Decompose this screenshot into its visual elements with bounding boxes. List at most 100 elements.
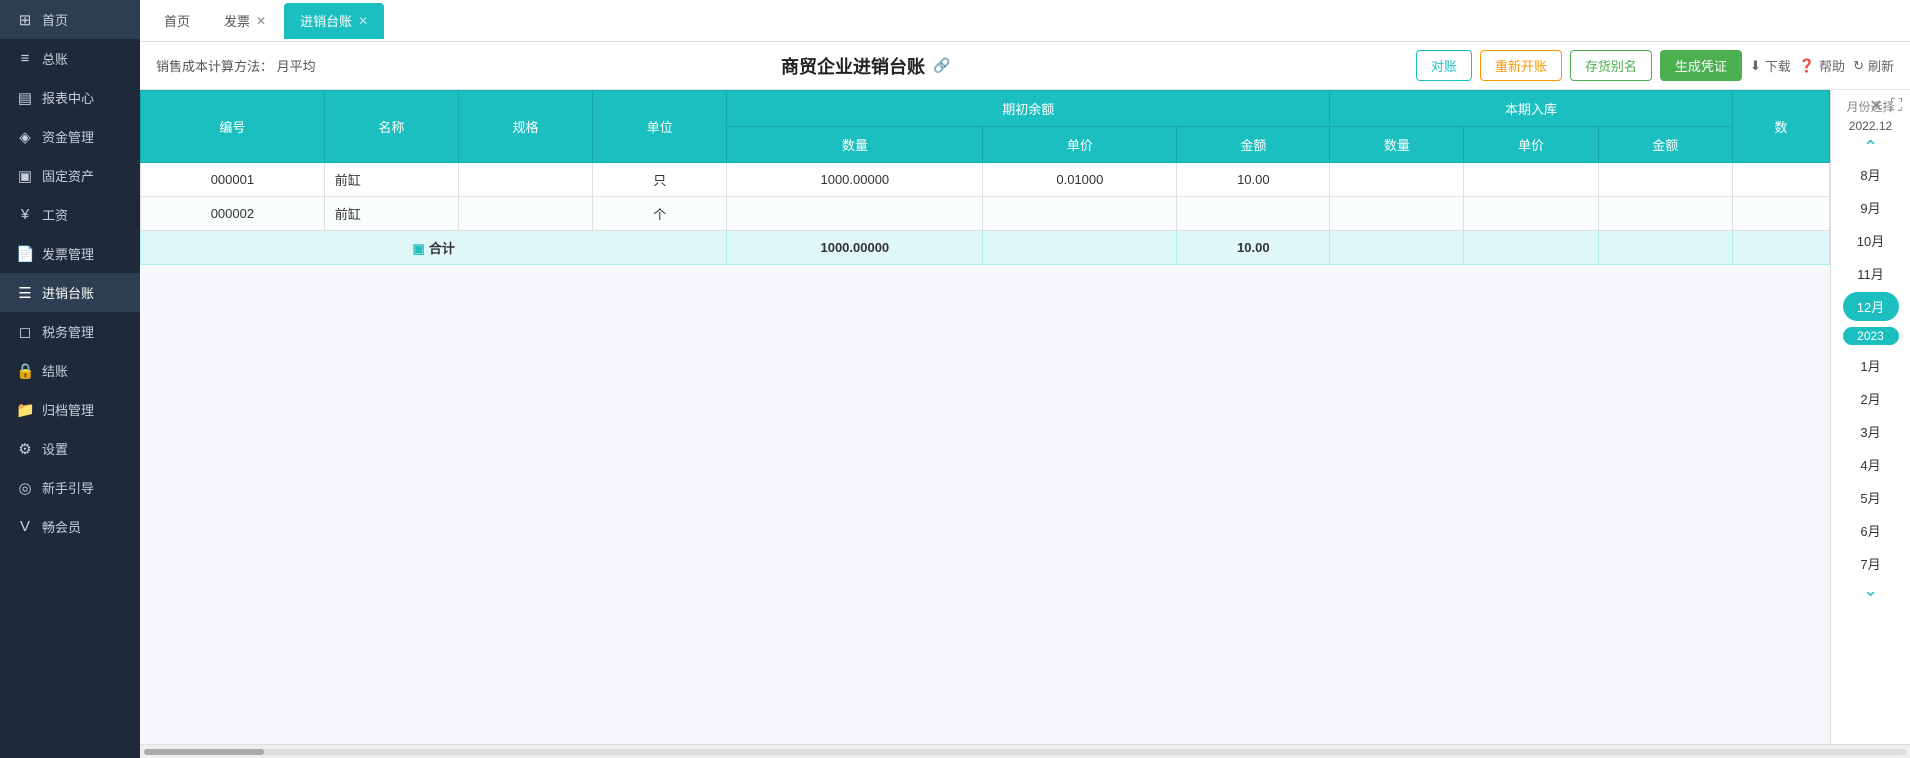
- sidebar-item-guide[interactable]: ◎ 新手引导: [0, 468, 140, 507]
- cell-name: 前缸: [324, 163, 458, 197]
- cell-code: 000002: [141, 197, 325, 231]
- sidebar-item-stockledger[interactable]: ☰ 进销台账: [0, 273, 140, 312]
- col-qi-price: 单价: [983, 127, 1177, 163]
- title-text: 商贸企业进销台账: [781, 53, 925, 79]
- month-panel-year-2022: 2022.12: [1849, 119, 1892, 133]
- sidebar-item-ledger[interactable]: ≡ 总账: [0, 39, 140, 78]
- invoice-icon: 📄: [16, 245, 34, 263]
- sidebar-item-funds[interactable]: ◈ 资金管理: [0, 117, 140, 156]
- sidebar-item-salary[interactable]: ¥ 工资: [0, 195, 140, 234]
- col-name: 名称: [324, 91, 458, 163]
- horizontal-scrollbar[interactable]: [140, 744, 1910, 758]
- window-close-button[interactable]: ✕: [1869, 96, 1882, 116]
- col-group-initial: 期初余额: [727, 91, 1330, 127]
- sidebar-item-vip[interactable]: V 畅会员: [0, 507, 140, 546]
- sidebar-item-label: 资金管理: [42, 127, 94, 146]
- guide-icon: ◎: [16, 479, 34, 497]
- sidebar-item-label: 报表中心: [42, 88, 94, 107]
- month-item-7[interactable]: 7月: [1843, 549, 1899, 578]
- col-spec: 规格: [458, 91, 592, 163]
- tab-home[interactable]: 首页: [148, 3, 206, 39]
- cell-qi-amount: [1177, 197, 1330, 231]
- ledger-icon: ≡: [16, 50, 34, 67]
- cell-qi-amount: 10.00: [1177, 163, 1330, 197]
- scroll-down-arrow[interactable]: ⌄: [1863, 580, 1878, 601]
- scroll-up-arrow[interactable]: ⌃: [1863, 137, 1878, 158]
- scrollbar-track: [144, 749, 1906, 755]
- cost-method: 销售成本计算方法： 月平均: [156, 56, 316, 75]
- refresh-icon: ↻: [1853, 58, 1864, 74]
- sidebar-item-invoice[interactable]: 📄 发票管理: [0, 234, 140, 273]
- match-button[interactable]: 对账: [1416, 50, 1472, 81]
- tab-stockledger[interactable]: 进销台账 ✕: [284, 3, 384, 39]
- salary-icon: ¥: [16, 206, 34, 223]
- total-qi-price: [983, 231, 1177, 265]
- download-icon: ⬇: [1750, 58, 1761, 74]
- cell-extra: [1732, 197, 1829, 231]
- sidebar-item-settings[interactable]: ⚙ 设置: [0, 429, 140, 468]
- sidebar-item-tax[interactable]: ◻ 税务管理: [0, 312, 140, 351]
- month-item-1[interactable]: 1月: [1843, 351, 1899, 380]
- total-row: ▣合计 1000.00000 10.00: [141, 231, 1830, 265]
- total-label: ▣合计: [141, 231, 727, 265]
- sidebar-item-reports[interactable]: ▤ 报表中心: [0, 78, 140, 117]
- window-maximize-button[interactable]: ⛶: [1891, 96, 1902, 116]
- tab-invoice[interactable]: 发票 ✕: [208, 3, 282, 39]
- tax-icon: ◻: [16, 323, 34, 341]
- sidebar-item-label: 畅会员: [42, 517, 81, 536]
- year-label-2023: 2023: [1843, 327, 1899, 345]
- table-row[interactable]: 000001 前缸 只 1000.00000 0.01000 10.00: [141, 163, 1830, 197]
- reports-icon: ▤: [16, 89, 34, 107]
- sidebar-item-label: 新手引导: [42, 478, 94, 497]
- col-in-amount: 金额: [1598, 127, 1732, 163]
- cell-qi-qty: [727, 197, 983, 231]
- sidebar-item-label: 固定资产: [42, 166, 94, 185]
- month-item-12[interactable]: 12月: [1843, 292, 1899, 321]
- col-in-price: 单价: [1464, 127, 1598, 163]
- tab-invoice-close[interactable]: ✕: [256, 14, 266, 28]
- total-qi-amount: 10.00: [1177, 231, 1330, 265]
- sidebar-item-archive[interactable]: 📁 归档管理: [0, 390, 140, 429]
- col-qi-qty: 数量: [727, 127, 983, 163]
- download-button[interactable]: ⬇ 下载: [1750, 56, 1791, 75]
- total-in-amount: [1598, 231, 1732, 265]
- generate-button[interactable]: 生成凭证: [1660, 50, 1742, 81]
- col-unit: 单位: [593, 91, 727, 163]
- col-code: 编号: [141, 91, 325, 163]
- assets-icon: ▣: [16, 167, 34, 185]
- home-icon: ⊞: [16, 11, 34, 29]
- cell-code: 000001: [141, 163, 325, 197]
- tab-bar: 首页 发票 ✕ 进销台账 ✕: [140, 0, 1910, 42]
- month-item-5[interactable]: 5月: [1843, 483, 1899, 512]
- help-button[interactable]: ❓ 帮助: [1799, 56, 1845, 75]
- table-row[interactable]: 000002 前缸 个: [141, 197, 1830, 231]
- content-area: 编号 名称 规格 单位 期初余额 本期入库 数 数量 单价 金额 数量 单价: [140, 90, 1910, 744]
- col-group-inbound: 本期入库: [1330, 91, 1733, 127]
- reopen-button[interactable]: 重新开账: [1480, 50, 1562, 81]
- month-panel: 月份选择 2022.12 ⌃ 8月 9月 10月 11月 12月 2023 1月…: [1830, 90, 1910, 744]
- sidebar-item-close[interactable]: 🔒 结账: [0, 351, 140, 390]
- month-item-2[interactable]: 2月: [1843, 384, 1899, 413]
- sidebar-item-label: 总账: [42, 49, 68, 68]
- month-item-11[interactable]: 11月: [1843, 259, 1899, 288]
- stock-table: 编号 名称 规格 单位 期初余额 本期入库 数 数量 单价 金额 数量 单价: [140, 90, 1830, 265]
- help-icon: ❓: [1799, 58, 1815, 74]
- cell-qi-qty: 1000.00000: [727, 163, 983, 197]
- sidebar-item-assets[interactable]: ▣ 固定资产: [0, 156, 140, 195]
- month-item-10[interactable]: 10月: [1843, 226, 1899, 255]
- tab-stockledger-close[interactable]: ✕: [358, 14, 368, 28]
- sidebar-item-label: 首页: [42, 10, 68, 29]
- save-alias-button[interactable]: 存货别名: [1570, 50, 1652, 81]
- month-item-4[interactable]: 4月: [1843, 450, 1899, 479]
- month-item-6[interactable]: 6月: [1843, 516, 1899, 545]
- cell-qi-price: 0.01000: [983, 163, 1177, 197]
- sidebar-item-home[interactable]: ⊞ 首页: [0, 0, 140, 39]
- month-item-9[interactable]: 9月: [1843, 193, 1899, 222]
- month-item-8[interactable]: 8月: [1843, 160, 1899, 189]
- scrollbar-thumb[interactable]: [144, 749, 264, 755]
- month-item-3[interactable]: 3月: [1843, 417, 1899, 446]
- cell-in-amount: [1598, 163, 1732, 197]
- refresh-button[interactable]: ↻ 刷新: [1853, 56, 1894, 75]
- table-area[interactable]: 编号 名称 规格 单位 期初余额 本期入库 数 数量 单价 金额 数量 单价: [140, 90, 1830, 744]
- cell-in-price: [1464, 163, 1598, 197]
